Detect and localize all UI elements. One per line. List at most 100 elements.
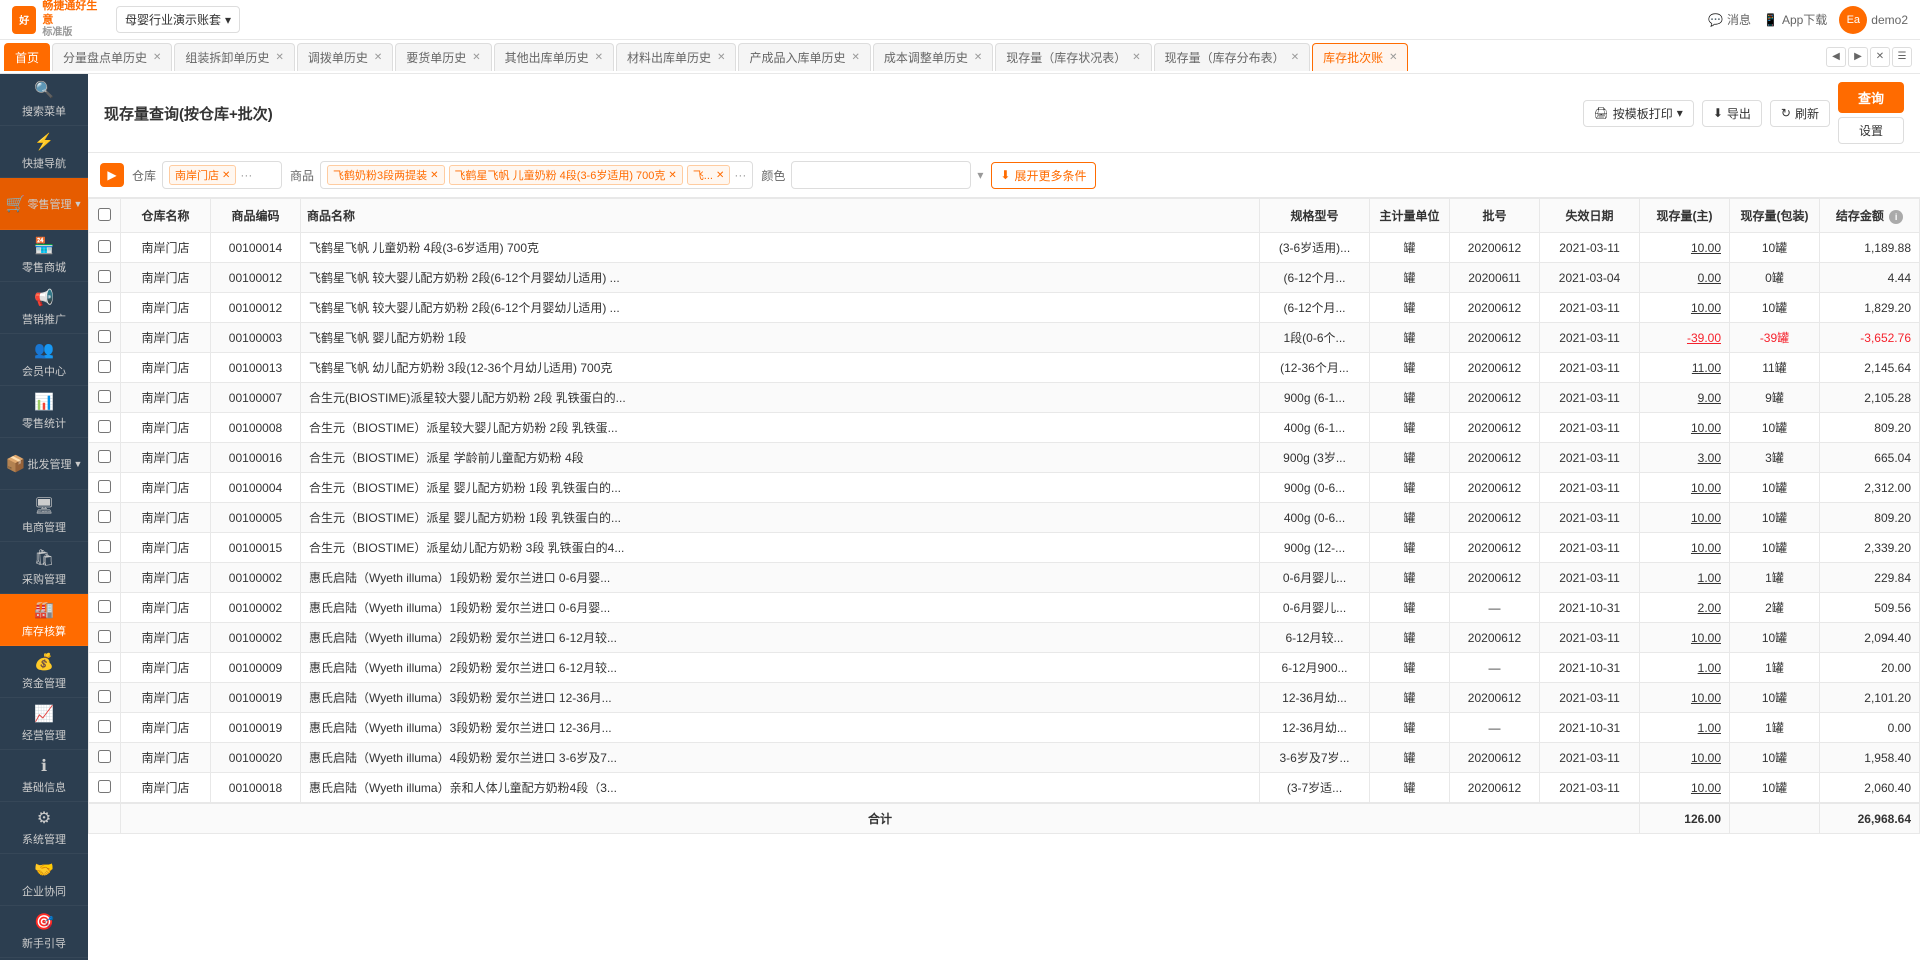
select-all-checkbox[interactable]: [98, 208, 111, 221]
message-btn[interactable]: 💬 消息: [1708, 11, 1751, 28]
row-check-2[interactable]: [89, 293, 121, 323]
tab-menu-btn[interactable]: ☰: [1892, 47, 1912, 67]
tab-close-5[interactable]: ✕: [595, 52, 603, 63]
tab-11-active[interactable]: 库存批次账 ✕: [1312, 43, 1408, 71]
sidebar-item-inventory[interactable]: 🏭 库存核算: [0, 594, 88, 646]
row-check-9[interactable]: [89, 503, 121, 533]
app-download-btn[interactable]: 📱 App下载: [1763, 11, 1827, 28]
tab-5[interactable]: 其他出库单历史 ✕: [494, 43, 614, 71]
sidebar-item-retail[interactable]: 🛒 零售管理 ▼: [0, 178, 88, 230]
tab-close-2[interactable]: ✕: [275, 52, 283, 63]
tab-6[interactable]: 材料出库单历史 ✕: [616, 43, 736, 71]
tab-2[interactable]: 组装拆卸单历史 ✕: [174, 43, 294, 71]
row-check-1[interactable]: [89, 263, 121, 293]
expand-more-btn[interactable]: ⬇ 展开更多条件: [991, 162, 1095, 189]
th-check[interactable]: [89, 199, 121, 233]
sidebar-item-shortcut[interactable]: ⚡ 快捷导航: [0, 126, 88, 178]
row-check-6[interactable]: [89, 413, 121, 443]
color-dropdown-icon[interactable]: ▾: [977, 168, 983, 182]
tab-close-all-btn[interactable]: ✕: [1870, 47, 1890, 67]
settings-button[interactable]: 设置: [1838, 117, 1904, 144]
row-check-8[interactable]: [89, 473, 121, 503]
table-row: 南岸门店 00100009 惠氏启陆（Wyeth illuma）2段奶粉 爱尔兰…: [89, 653, 1920, 683]
export-button[interactable]: ⬇ 导出: [1702, 100, 1762, 127]
row-warehouse-11: 南岸门店: [121, 563, 211, 593]
row-check-11[interactable]: [89, 563, 121, 593]
row-check-0[interactable]: [89, 233, 121, 263]
row-check-12[interactable]: [89, 593, 121, 623]
tab-close-11[interactable]: ✕: [1389, 52, 1397, 63]
row-check-14[interactable]: [89, 653, 121, 683]
tab-10[interactable]: 现存量（库存分布表） ✕: [1154, 43, 1310, 71]
row-code-13: 00100002: [211, 623, 301, 653]
tab-1[interactable]: 分量盘点单历史 ✕: [52, 43, 172, 71]
product-tag-1-remove[interactable]: ✕: [430, 170, 438, 181]
user-area[interactable]: Ea demo2: [1839, 6, 1908, 34]
tab-close-10[interactable]: ✕: [1291, 52, 1299, 63]
row-code-17: 00100020: [211, 743, 301, 773]
th-amount: 结存金额 i: [1820, 199, 1920, 233]
sidebar-item-ecommerce[interactable]: 🖥 电商管理: [0, 490, 88, 542]
sidebar-item-base-info[interactable]: ℹ 基础信息: [0, 750, 88, 802]
search-icon: 🔍: [34, 80, 54, 100]
warehouse-more-btn[interactable]: ···: [240, 168, 252, 182]
sidebar-item-system[interactable]: ⚙ 系统管理: [0, 802, 88, 854]
tab-close-3[interactable]: ✕: [374, 52, 382, 63]
row-qty-main-15: 10.00: [1640, 683, 1730, 713]
print-button[interactable]: 🖨 按模板打印 ▾: [1583, 100, 1694, 127]
amount-info-icon[interactable]: i: [1889, 210, 1903, 224]
row-check-15[interactable]: [89, 683, 121, 713]
row-warehouse-17: 南岸门店: [121, 743, 211, 773]
row-check-13[interactable]: [89, 623, 121, 653]
search-button[interactable]: 查询: [1838, 82, 1904, 113]
product-tag-container[interactable]: 飞鹤奶粉3段两提装 ✕ 飞鹤星飞帆 儿童奶粉 4段(3-6岁适用) 700克 ✕…: [320, 161, 753, 189]
sidebar-item-guide[interactable]: 🎯 新手引导: [0, 906, 88, 958]
sidebar-item-search[interactable]: 🔍 搜索菜单: [0, 74, 88, 126]
sidebar-item-wholesale[interactable]: 📦 批发管理 ▼: [0, 438, 88, 490]
row-check-4[interactable]: [89, 353, 121, 383]
app-sub: 标准版: [42, 27, 100, 39]
tab-prev-btn[interactable]: ◀: [1826, 47, 1846, 67]
tab-7[interactable]: 产成品入库单历史 ✕: [738, 43, 870, 71]
tab-close-6[interactable]: ✕: [717, 52, 725, 63]
sidebar-item-purchase[interactable]: 🛍 采购管理: [0, 542, 88, 594]
sidebar-item-finance[interactable]: 💰 资金管理: [0, 646, 88, 698]
color-tag-container[interactable]: [791, 161, 971, 189]
tab-3[interactable]: 调拨单历史 ✕: [297, 43, 393, 71]
row-code-16: 00100019: [211, 713, 301, 743]
tab-close-1[interactable]: ✕: [153, 52, 161, 63]
account-selector[interactable]: 母婴行业演示账套 ▾: [116, 6, 240, 33]
refresh-button[interactable]: ↻ 刷新: [1770, 100, 1830, 127]
tab-close-9[interactable]: ✕: [1132, 52, 1140, 63]
sidebar-item-retail-stats[interactable]: 📊 零售统计: [0, 386, 88, 438]
row-check-7[interactable]: [89, 443, 121, 473]
row-name-0: 飞鹤星飞帆 儿童奶粉 4段(3-6岁适用) 700克: [301, 233, 1260, 263]
warehouse-tag-container[interactable]: 南岸门店 ✕ ···: [162, 161, 282, 189]
tab-close-7[interactable]: ✕: [851, 52, 859, 63]
product-tag-2-remove[interactable]: ✕: [668, 170, 676, 181]
row-check-18[interactable]: [89, 773, 121, 804]
filter-expand-btn[interactable]: ▶: [100, 163, 124, 187]
sidebar-item-marketing[interactable]: 📢 营销推广: [0, 282, 88, 334]
tab-next-btn[interactable]: ▶: [1848, 47, 1868, 67]
row-check-10[interactable]: [89, 533, 121, 563]
sidebar-item-collab[interactable]: 🤝 企业协同: [0, 854, 88, 906]
tab-home[interactable]: 首页: [4, 43, 50, 71]
product-more-btn[interactable]: ···: [734, 168, 746, 182]
row-check-17[interactable]: [89, 743, 121, 773]
tab-8[interactable]: 成本调整单历史 ✕: [873, 43, 993, 71]
warehouse-tag-remove[interactable]: ✕: [222, 170, 230, 181]
row-check-3[interactable]: [89, 323, 121, 353]
tab-4[interactable]: 要货单历史 ✕: [395, 43, 491, 71]
tab-9[interactable]: 现存量（库存状况表） ✕: [995, 43, 1151, 71]
sidebar-item-business[interactable]: 📈 经营管理: [0, 698, 88, 750]
row-check-16[interactable]: [89, 713, 121, 743]
product-tag-3-remove[interactable]: ✕: [716, 170, 724, 181]
sidebar-item-inventory-label: 库存核算: [22, 623, 66, 639]
expand-icon: ▼: [74, 199, 83, 209]
sidebar-item-member[interactable]: 👥 会员中心: [0, 334, 88, 386]
tab-close-8[interactable]: ✕: [974, 52, 982, 63]
row-check-5[interactable]: [89, 383, 121, 413]
sidebar-item-mall[interactable]: 🏪 零售商城: [0, 230, 88, 282]
tab-close-4[interactable]: ✕: [472, 52, 480, 63]
